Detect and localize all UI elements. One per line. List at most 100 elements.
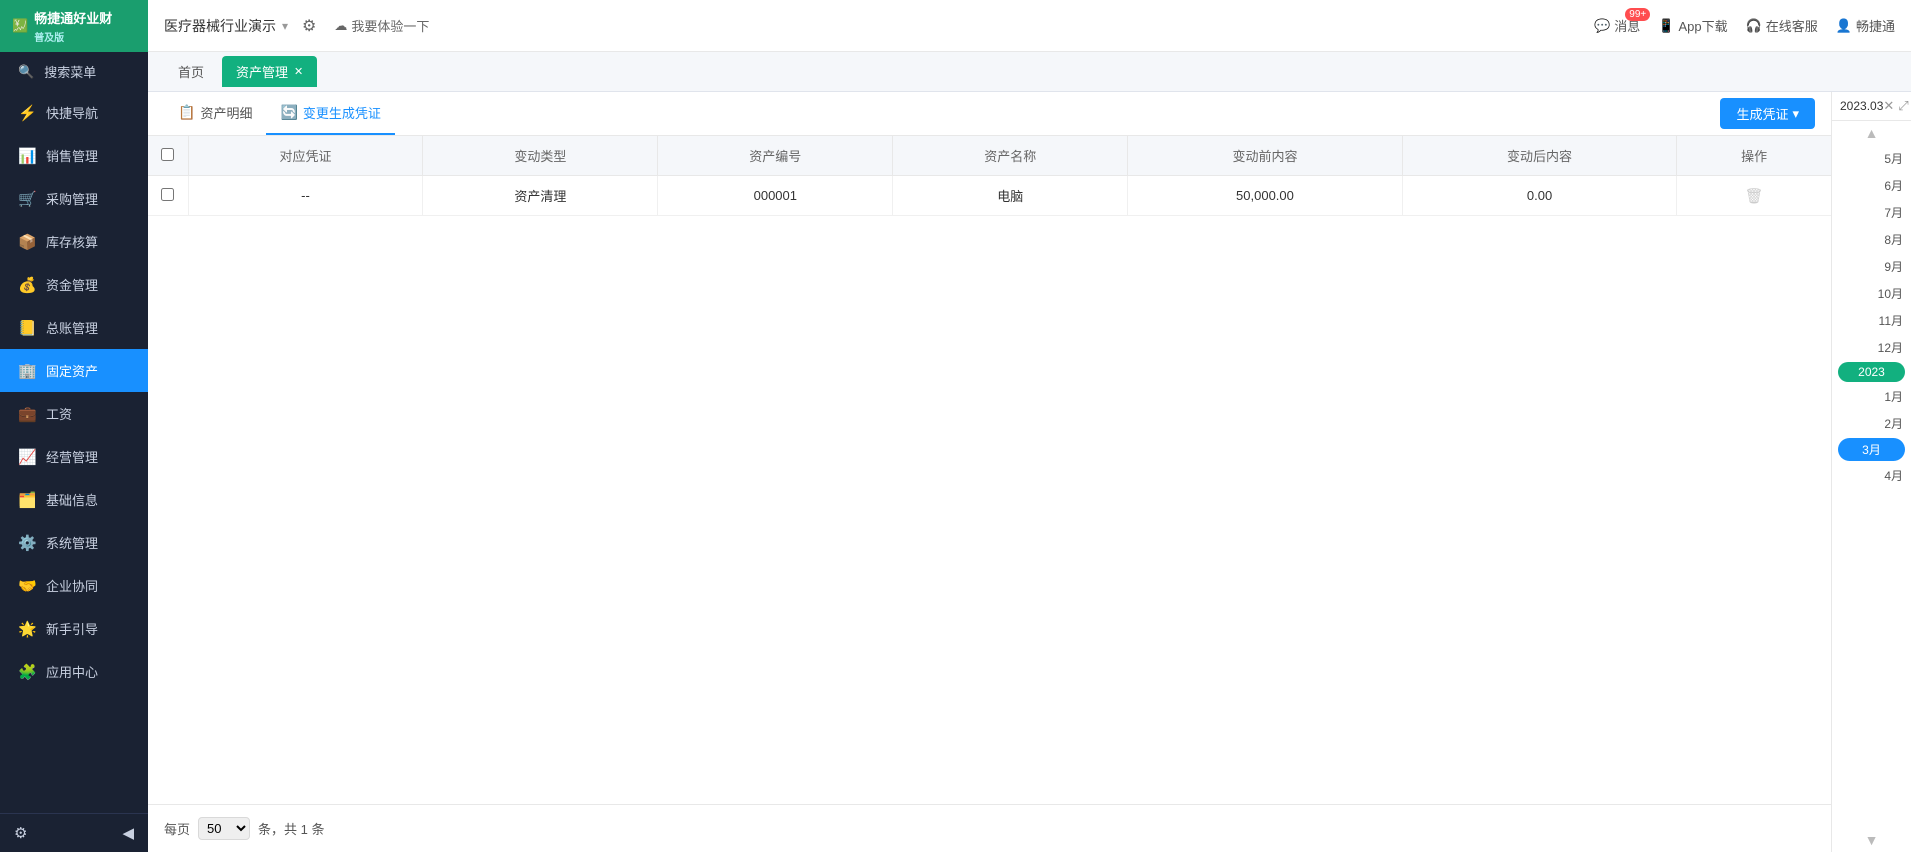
cal-month-2022-11[interactable]: 11月 — [1832, 307, 1911, 334]
sidebar-item-system[interactable]: ⚙️ 系统管理 — [0, 521, 148, 564]
sidebar-item-label: 系统管理 — [46, 533, 98, 552]
sidebar-item-finance[interactable]: 💰 资金管理 — [0, 263, 148, 306]
sidebar-item-search[interactable]: 🔍 搜索菜单 — [0, 52, 148, 91]
calendar-close-icon[interactable]: ✕ — [1883, 98, 1894, 114]
purchase-icon: 🛒 — [18, 190, 36, 208]
payroll-icon: 💼 — [18, 405, 36, 423]
settings-gear-icon[interactable]: ⚙ — [302, 16, 316, 36]
table-wrapper: 对应凭证 变动类型 资产编号 资产名称 变动前内容 变动后内容 操作 — [148, 136, 1831, 804]
delete-button[interactable]: 🗑 — [1745, 188, 1764, 205]
table-header-row: 对应凭证 变动类型 资产编号 资产名称 变动前内容 变动后内容 操作 — [148, 136, 1831, 176]
cal-month-2022-07[interactable]: 7月 — [1832, 199, 1911, 226]
experience-icon: ☁ — [334, 18, 347, 34]
cal-month-2022-10[interactable]: 10月 — [1832, 280, 1911, 307]
calendar-scroll-down[interactable]: ▼ — [1832, 828, 1911, 852]
sidebar-item-quick-nav[interactable]: ⚡ 快捷导航 — [0, 91, 148, 134]
asset-table: 对应凭证 变动类型 资产编号 资产名称 变动前内容 变动后内容 操作 — [148, 136, 1831, 216]
sidebar-item-app-center[interactable]: 🧩 应用中心 — [0, 650, 148, 693]
table-header-before-change: 变动前内容 — [1128, 136, 1403, 176]
enterprise-icon: 🤝 — [18, 577, 36, 595]
row-action-cell: 🗑 — [1677, 176, 1831, 216]
company-dropdown-icon[interactable]: ▾ — [282, 19, 288, 33]
tab-asset-management[interactable]: 资产管理 ✕ — [222, 56, 317, 87]
company-name: 医疗器械行业演示 — [164, 16, 276, 36]
sidebar-item-basics[interactable]: 🗂️ 基础信息 — [0, 478, 148, 521]
topbar-right: 💬 消息 99+ 📱 App下载 🎧 在线客服 👤 畅捷通 — [1594, 16, 1895, 35]
cal-month-2022-06[interactable]: 6月 — [1832, 172, 1911, 199]
sidebar-item-label: 经营管理 — [46, 447, 98, 466]
cal-year-2023: 2023 — [1838, 362, 1905, 382]
experience-button[interactable]: ☁ 我要体验一下 — [334, 16, 429, 35]
username: 畅捷通 — [1856, 16, 1895, 35]
sidebar-item-fixed-assets[interactable]: 🏢 固定资产 — [0, 349, 148, 392]
sidebar-item-label: 工资 — [46, 404, 72, 423]
row-asset-name: 电脑 — [893, 176, 1128, 216]
online-service-button[interactable]: 🎧 在线客服 — [1746, 16, 1818, 35]
table-header-after-change: 变动后内容 — [1402, 136, 1677, 176]
generate-voucher-button[interactable]: 生成凭证 ▾ — [1720, 98, 1815, 129]
sidebar-item-operations[interactable]: 📈 经营管理 — [0, 435, 148, 478]
sidebar-item-label: 企业协同 — [46, 576, 98, 595]
sidebar-item-label: 新手引导 — [46, 619, 98, 638]
sidebar-item-label: 基础信息 — [46, 490, 98, 509]
app-download-button[interactable]: 📱 App下载 — [1658, 16, 1727, 35]
calendar-expand-icon[interactable]: ⤢ — [1898, 98, 1908, 114]
row-checkbox[interactable] — [161, 188, 174, 201]
sidebar-item-guide[interactable]: 🌟 新手引导 — [0, 607, 148, 650]
change-voucher-icon: 🔄 — [280, 104, 297, 121]
sidebar-item-purchase[interactable]: 🛒 采购管理 — [0, 177, 148, 220]
sidebar-item-label: 采购管理 — [46, 189, 98, 208]
calendar-header: 2023.03 ✕ ⤢ — [1832, 92, 1911, 121]
app-download-icon: 📱 — [1658, 18, 1674, 34]
tab-home[interactable]: 首页 — [164, 56, 218, 87]
sidebar-item-label: 搜索菜单 — [44, 62, 96, 81]
table-header-asset-code: 资产编号 — [658, 136, 893, 176]
sidebar-item-label: 固定资产 — [46, 361, 98, 380]
cal-month-2022-05[interactable]: 5月 — [1832, 145, 1911, 172]
collapse-icon[interactable]: ◀ — [122, 824, 134, 842]
inventory-icon: 📦 — [18, 233, 36, 251]
tab-close-icon[interactable]: ✕ — [294, 65, 303, 78]
sub-tab-change-voucher[interactable]: 🔄 变更生成凭证 — [266, 92, 394, 135]
guide-icon: 🌟 — [18, 620, 36, 638]
app-center-icon: 🧩 — [18, 663, 36, 681]
experience-label: 我要体验一下 — [351, 16, 429, 35]
active-tab-label: 资产管理 — [236, 62, 288, 81]
cal-month-2022-09[interactable]: 9月 — [1832, 253, 1911, 280]
sidebar-item-payroll[interactable]: 💼 工资 — [0, 392, 148, 435]
cal-month-2023-03[interactable]: 3月 — [1838, 438, 1905, 461]
user-button[interactable]: 👤 畅捷通 — [1836, 16, 1895, 35]
sidebar-item-sales[interactable]: 📊 销售管理 — [0, 134, 148, 177]
cal-month-2023-02[interactable]: 2月 — [1832, 410, 1911, 437]
company-selector[interactable]: 医疗器械行业演示 ▾ — [164, 16, 288, 36]
generate-voucher-label: 生成凭证 — [1736, 104, 1788, 123]
operations-icon: 📈 — [18, 448, 36, 466]
messages-button[interactable]: 💬 消息 99+ — [1594, 16, 1640, 35]
cal-month-2023-04[interactable]: 4月 — [1832, 462, 1911, 489]
app-logo: 💹 畅捷通好业财 普及版 — [0, 0, 148, 52]
logo-icon: 💹 — [12, 18, 28, 34]
row-checkbox-cell — [148, 176, 188, 216]
cal-month-2022-12[interactable]: 12月 — [1832, 334, 1911, 361]
sub-tab-actions: 生成凭证 ▾ — [1720, 98, 1815, 129]
settings-icon[interactable]: ⚙ — [14, 824, 27, 842]
sidebar-item-inventory[interactable]: 📦 库存核算 — [0, 220, 148, 263]
calendar-panel: 2023.03 ✕ ⤢ ▲ 5月 6月 7月 8月 9月 10月 11月 12月… — [1831, 92, 1911, 852]
user-icon: 👤 — [1836, 18, 1852, 34]
sidebar-item-ledger[interactable]: 📒 总账管理 — [0, 306, 148, 349]
cal-month-2023-01[interactable]: 1月 — [1832, 383, 1911, 410]
row-before-change: 50,000.00 — [1128, 176, 1403, 216]
table-header-voucher: 对应凭证 — [188, 136, 423, 176]
sub-tab-asset-detail[interactable]: 📋 资产明细 — [164, 92, 266, 135]
calendar-scroll-up[interactable]: ▲ — [1832, 121, 1911, 145]
cal-month-2022-08[interactable]: 8月 — [1832, 226, 1911, 253]
calendar-year-month: 2023.03 — [1840, 99, 1883, 113]
select-all-checkbox[interactable] — [161, 148, 174, 161]
sidebar: 💹 畅捷通好业财 普及版 🔍 搜索菜单 ⚡ 快捷导航 📊 销售管理 🛒 采购管理 — [0, 0, 148, 852]
table-row: -- 资产清理 000001 电脑 50,000.00 0.00 🗑 — [148, 176, 1831, 216]
per-page-select[interactable]: 50 10 20 100 — [198, 817, 250, 840]
topbar: 医疗器械行业演示 ▾ ⚙ ☁ 我要体验一下 💬 消息 99+ 📱 App下载 🎧… — [148, 0, 1911, 52]
sidebar-item-enterprise[interactable]: 🤝 企业协同 — [0, 564, 148, 607]
home-tab-label: 首页 — [178, 62, 204, 81]
fixed-assets-icon: 🏢 — [18, 362, 36, 380]
